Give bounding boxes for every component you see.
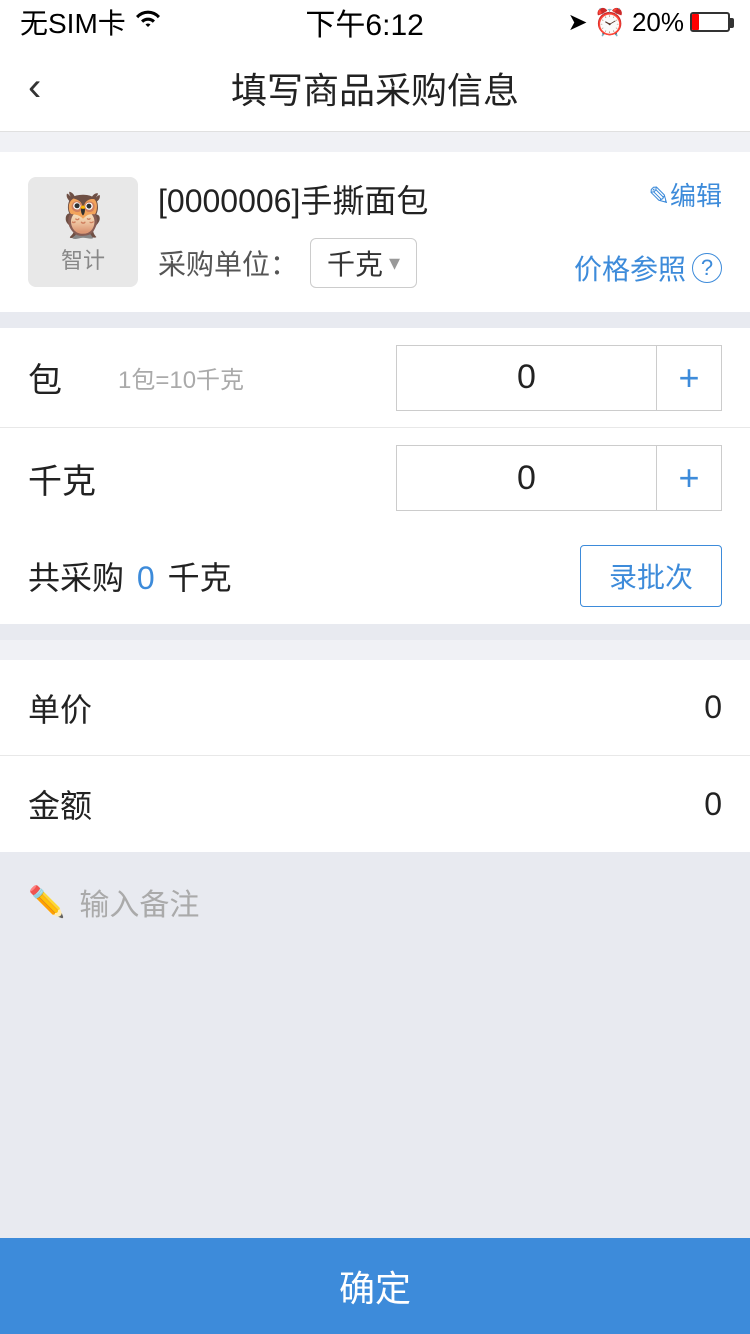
battery-percent: 20%	[632, 7, 684, 38]
unit-select[interactable]: 千克 ▾	[310, 238, 417, 288]
unit-value: 千克	[327, 243, 383, 283]
pencil-icon: ✏️	[28, 885, 65, 920]
price-ref-label: 价格参照	[574, 248, 686, 288]
alarm-icon: ⏰	[594, 7, 626, 38]
back-button[interactable]: ‹	[28, 65, 41, 110]
amount-row: 金额 0	[0, 756, 750, 852]
gps-icon: ➤	[567, 8, 587, 37]
amount-label: 金额	[28, 781, 92, 827]
pack-label: 包	[28, 353, 108, 402]
gray-fill-area	[0, 952, 750, 1238]
summary-unit: 千克	[168, 560, 232, 596]
unit-price-row: 单价 0	[0, 660, 750, 756]
pack-quantity-input[interactable]	[396, 345, 656, 411]
section-divider-2	[0, 624, 750, 640]
status-bar: 无SIM卡 下午6:12 ➤ ⏰ 20%	[0, 0, 750, 44]
price-ref-icon: ?	[692, 253, 722, 283]
confirm-button[interactable]: 确定	[0, 1238, 750, 1334]
edit-button[interactable]: ✎编辑	[648, 176, 722, 213]
summary-text: 共采购 0 千克	[28, 553, 232, 599]
remark-section[interactable]: ✏️ 输入备注	[0, 852, 750, 952]
wifi-icon	[134, 6, 162, 38]
batch-button[interactable]: 录批次	[580, 545, 722, 607]
carrier-label: 无SIM卡	[20, 2, 126, 42]
unit-price-label: 单价	[28, 685, 92, 731]
status-right: ➤ ⏰ 20%	[567, 7, 730, 38]
nav-bar: ‹ 填写商品采购信息	[0, 44, 750, 132]
product-name: [0000006]手撕面包	[158, 176, 722, 222]
remark-placeholder: 输入备注	[79, 880, 199, 924]
kg-label: 千克	[28, 454, 108, 503]
kg-plus-button[interactable]: +	[656, 445, 722, 511]
logo-text: 智计	[61, 243, 105, 275]
pack-plus-button[interactable]: +	[656, 345, 722, 411]
kg-input-row: 千克 +	[0, 428, 750, 528]
section-divider-1	[0, 312, 750, 328]
status-left: 无SIM卡	[20, 2, 162, 42]
battery-icon	[690, 12, 730, 32]
summary-prefix: 共采购	[28, 560, 124, 596]
logo-owl-icon: 🦉	[56, 189, 111, 241]
price-ref-button[interactable]: 价格参照 ?	[574, 248, 722, 288]
kg-quantity-input[interactable]	[396, 445, 656, 511]
product-logo: 🦉 智计	[28, 177, 138, 287]
amount-value: 0	[704, 786, 722, 823]
unit-price-value: 0	[704, 689, 722, 726]
status-time: 下午6:12	[305, 0, 423, 44]
pack-sublabel: 1包=10千克	[118, 360, 244, 395]
unit-label: 采购单位：	[158, 243, 298, 283]
kg-input-right: +	[396, 445, 722, 511]
summary-section: 共采购 0 千克 录批次	[0, 528, 750, 624]
price-section: 单价 0 金额 0	[0, 660, 750, 852]
pack-input-row: 包 1包=10千克 +	[0, 328, 750, 428]
page-title: 填写商品采购信息	[231, 62, 519, 114]
chevron-down-icon: ▾	[389, 250, 400, 276]
summary-count: 0	[137, 560, 155, 596]
pack-input-right: +	[396, 345, 722, 411]
input-section: 包 1包=10千克 + 千克 +	[0, 328, 750, 528]
product-card: 🦉 智计 [0000006]手撕面包 采购单位： 千克 ▾ ✎编辑 价格参照 ?	[0, 152, 750, 312]
